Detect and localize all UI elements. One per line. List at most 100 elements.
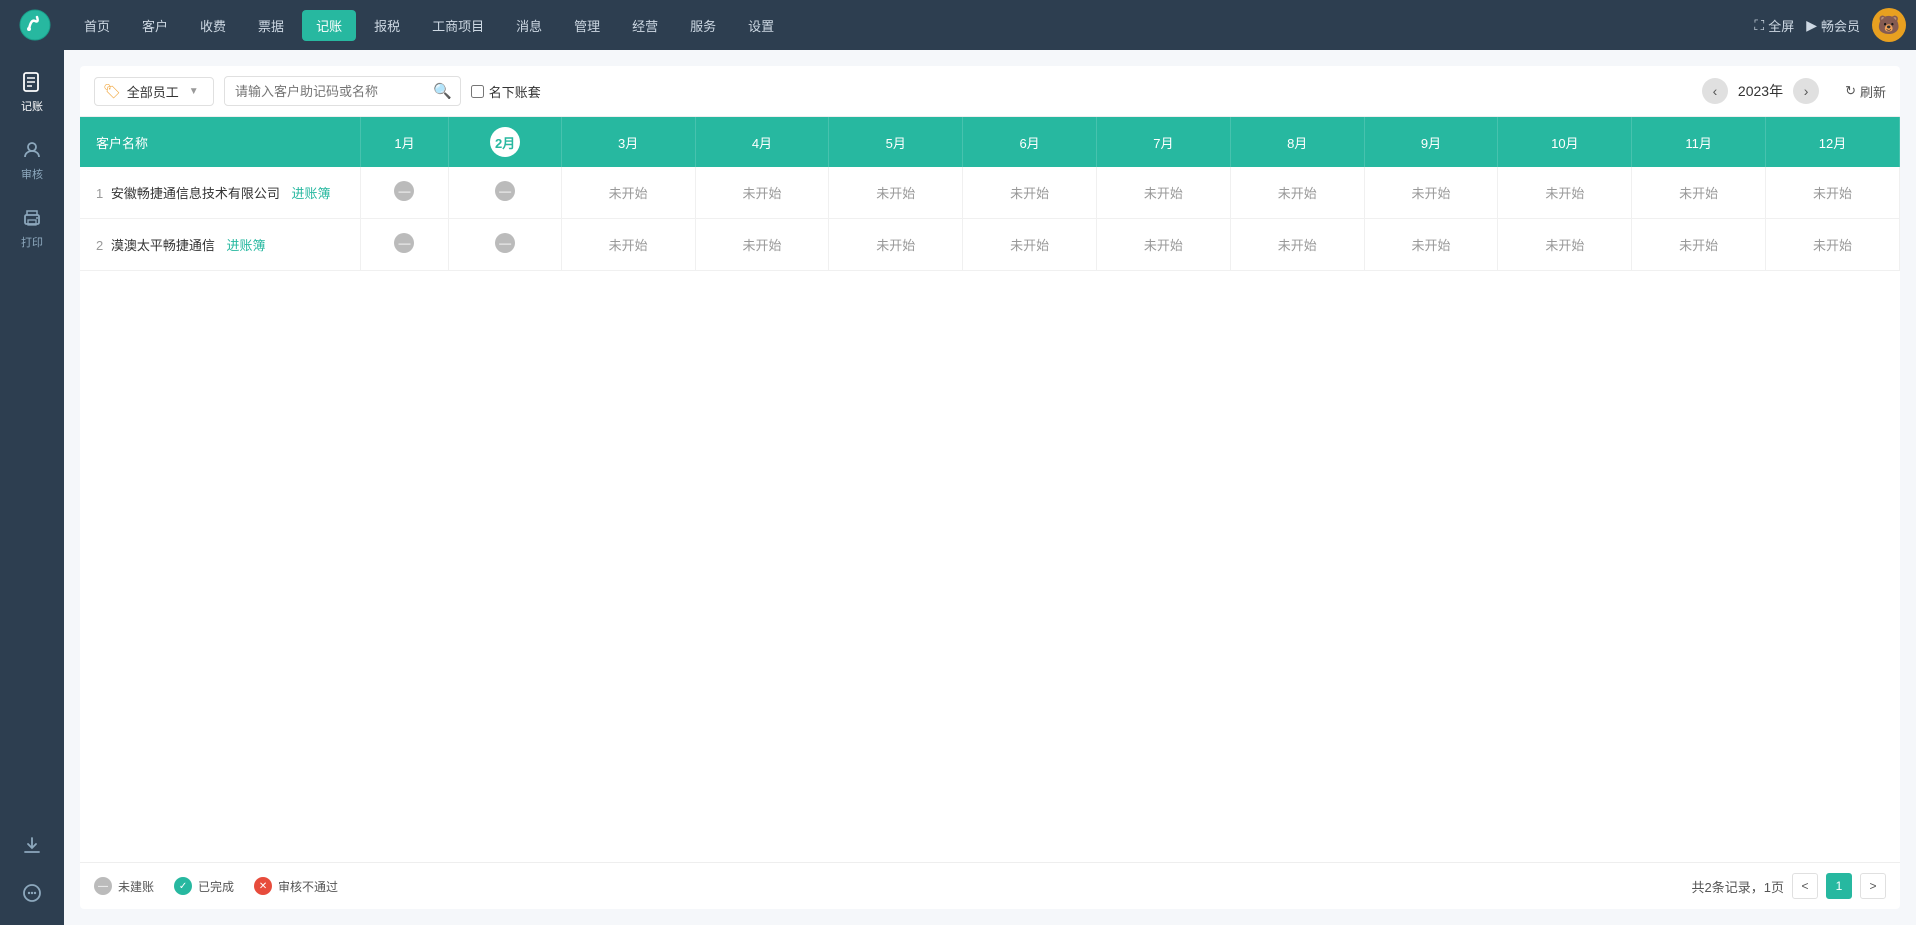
not-started-1-5: 未开始 (1010, 238, 1049, 253)
status-dot-0-1 (495, 181, 515, 201)
nav-service[interactable]: 服务 (676, 10, 730, 41)
sidebar-item-chat[interactable] (4, 871, 60, 915)
nav-tax[interactable]: 报税 (360, 10, 414, 41)
not-started-0-11: 未开始 (1813, 186, 1852, 201)
employee-select-label: 全部员工 (127, 82, 179, 101)
month-cell-1-7: 未开始 (1230, 219, 1364, 271)
current-month-badge: 2月 (490, 127, 520, 157)
month-cell-1-5: 未开始 (963, 219, 1097, 271)
not-started-0-4: 未开始 (876, 186, 915, 201)
member-button[interactable]: ▶ 畅会员 (1806, 16, 1860, 35)
sidebar-item-audit[interactable]: 审核 (4, 128, 60, 192)
month-header-9: 9月 (1364, 117, 1498, 167)
refresh-icon: ↻ (1845, 83, 1856, 99)
prev-year-button[interactable]: ‹ (1702, 78, 1728, 104)
employee-icon: 🏷 (103, 83, 121, 100)
download-icon (20, 833, 44, 857)
main-layout: 记账 审核 打印 (0, 50, 1916, 925)
month-cell-1-10: 未开始 (1632, 219, 1766, 271)
subordinate-checkbox[interactable] (471, 85, 484, 98)
not-started-1-2: 未开始 (609, 238, 648, 253)
enter-book-link-0[interactable]: 进账簿 (292, 186, 331, 201)
member-icon: ▶ (1806, 17, 1817, 34)
fullscreen-button[interactable]: ⛶ 全屏 (1754, 16, 1794, 35)
client-num-1: 2 (96, 238, 103, 253)
sidebar-bottom (4, 823, 60, 925)
table-row: 1 安徽畅捷通信息技术有限公司 进账簿 未开始 未开始 未开始 未开始 未开始 未开始 未开… (80, 167, 1900, 219)
client-name-0: 安徽畅捷通信息技术有限公司 (111, 186, 280, 201)
legend-not-created: 未建账 (94, 877, 154, 895)
subordinate-label: 名下账套 (489, 82, 541, 101)
content-area: 🏷 全部员工 ▼ 🔍 名下账套 ‹ 2023年 › (64, 50, 1916, 925)
not-started-1-10: 未开始 (1679, 238, 1718, 253)
toolbar: 🏷 全部员工 ▼ 🔍 名下账套 ‹ 2023年 › (80, 66, 1900, 117)
chevron-down-icon: ▼ (189, 86, 199, 97)
employee-select[interactable]: 🏷 全部员工 ▼ (94, 77, 214, 106)
not-started-0-7: 未开始 (1278, 186, 1317, 201)
search-input[interactable] (225, 79, 425, 104)
pagination: 共2条记录，1页 < 1 > (1692, 873, 1886, 899)
not-started-1-4: 未开始 (876, 238, 915, 253)
month-cell-0-9: 未开始 (1498, 167, 1632, 219)
current-page: 1 (1826, 873, 1852, 899)
month-cell-0-11: 未开始 (1766, 167, 1900, 219)
nav-business[interactable]: 工商项目 (418, 10, 498, 41)
search-button[interactable]: 🔍 (425, 77, 460, 105)
member-label: 畅会员 (1821, 16, 1860, 35)
year-navigation: ‹ 2023年 › (1702, 78, 1819, 104)
nav-bookkeeping[interactable]: 记账 (302, 10, 356, 41)
not-started-1-7: 未开始 (1278, 238, 1317, 253)
month-header-2: 2月 (449, 117, 561, 167)
nav-message[interactable]: 消息 (502, 10, 556, 41)
refresh-button[interactable]: ↻ 刷新 (1845, 82, 1886, 101)
footer: 未建账 已完成 审核不通过 共2条记录，1页 < 1 > (80, 862, 1900, 909)
sidebar-label-audit: 审核 (21, 166, 43, 182)
not-started-0-2: 未开始 (609, 186, 648, 201)
enter-book-link-1[interactable]: 进账簿 (227, 238, 266, 253)
month-cell-0-2: 未开始 (561, 167, 695, 219)
month-cell-0-7: 未开始 (1230, 167, 1364, 219)
month-cell-1-9: 未开始 (1498, 219, 1632, 271)
sidebar-item-download[interactable] (4, 823, 60, 867)
client-cell-0: 1 安徽畅捷通信息技术有限公司 进账簿 (80, 167, 360, 219)
month-cell-1-0 (360, 219, 449, 271)
legend-completed: 已完成 (174, 877, 234, 895)
not-started-0-9: 未开始 (1545, 186, 1584, 201)
legend-gray-dot (94, 877, 112, 895)
month-cell-1-6: 未开始 (1096, 219, 1230, 271)
prev-page-button[interactable]: < (1792, 873, 1818, 899)
user-avatar[interactable]: 🐻 (1872, 8, 1906, 42)
status-dot-0-0 (394, 181, 414, 201)
sidebar-label-print: 打印 (21, 234, 43, 250)
nav-client[interactable]: 客户 (128, 10, 182, 41)
nav-fee[interactable]: 收费 (186, 10, 240, 41)
not-started-1-3: 未开始 (742, 238, 781, 253)
nav-manage[interactable]: 管理 (560, 10, 614, 41)
refresh-label: 刷新 (1860, 82, 1886, 101)
legend-red-dot (254, 877, 272, 895)
month-cell-1-2: 未开始 (561, 219, 695, 271)
month-cell-0-3: 未开始 (695, 167, 829, 219)
subordinate-checkbox-label[interactable]: 名下账套 (471, 82, 541, 101)
sidebar-item-print[interactable]: 打印 (4, 196, 60, 260)
nav-operations[interactable]: 经营 (618, 10, 672, 41)
data-table: 客户名称 1月 2月 3月 4月 5月 6月 7月 8月 9月 10月 11月 (80, 117, 1900, 271)
month-cell-0-4: 未开始 (829, 167, 963, 219)
table-row: 2 漠澳太平畅捷通信 进账簿 未开始未开始未开始未开始未开始未开始未开始未开始未… (80, 219, 1900, 271)
logo (10, 9, 60, 41)
month-cell-1-8: 未开始 (1364, 219, 1498, 271)
next-page-button[interactable]: > (1860, 873, 1886, 899)
not-started-1-6: 未开始 (1144, 238, 1183, 253)
month-cell-1-1 (449, 219, 561, 271)
month-header-5: 5月 (829, 117, 963, 167)
next-year-button[interactable]: › (1793, 78, 1819, 104)
sidebar-item-bookkeeping[interactable]: 记账 (4, 60, 60, 124)
table-wrapper: 客户名称 1月 2月 3月 4月 5月 6月 7月 8月 9月 10月 11月 (80, 117, 1900, 862)
nav-home[interactable]: 首页 (70, 10, 124, 41)
not-started-0-3: 未开始 (742, 186, 781, 201)
nav-settings[interactable]: 设置 (734, 10, 788, 41)
not-started-0-6: 未开始 (1144, 186, 1183, 201)
month-header-10: 10月 (1498, 117, 1632, 167)
nav-invoice[interactable]: 票据 (244, 10, 298, 41)
month-header-3: 3月 (561, 117, 695, 167)
